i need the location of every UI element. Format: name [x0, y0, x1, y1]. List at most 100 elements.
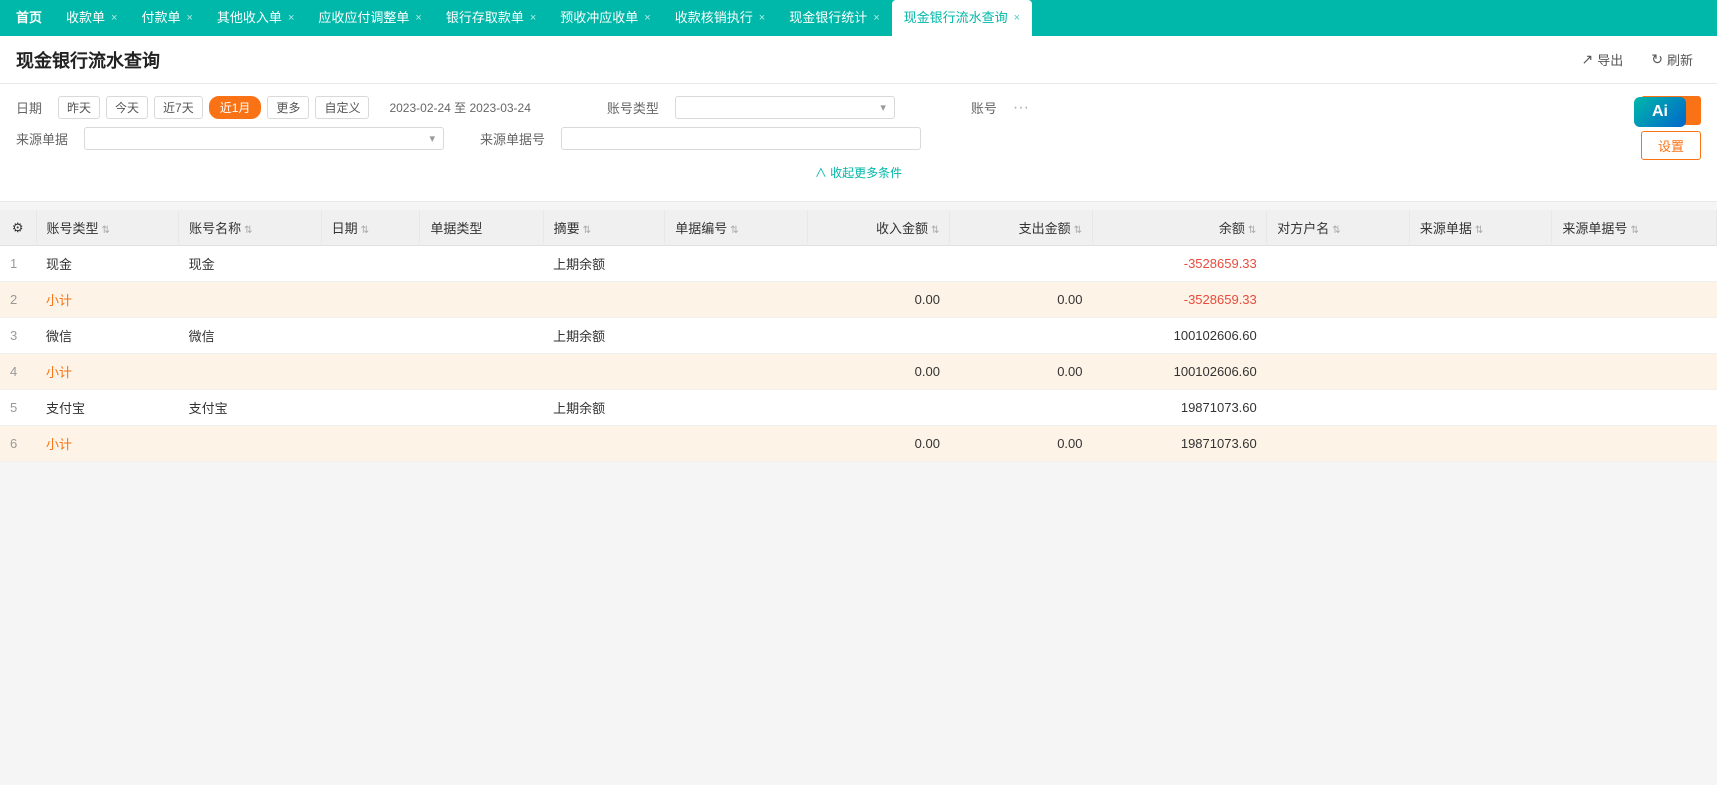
nav-bank-deposit[interactable]: 银行存取款单 × [434, 0, 548, 36]
row-num: 5 [0, 390, 36, 426]
row-date [321, 246, 420, 282]
col-settings[interactable]: ⚙ [0, 210, 36, 246]
row-counterparty [1267, 390, 1410, 426]
date-7days[interactable]: 近7天 [154, 96, 203, 119]
row-expense: 0.00 [950, 426, 1093, 462]
row-num: 3 [0, 318, 36, 354]
row-doc-number [665, 282, 808, 318]
row-balance: 19871073.60 [1093, 426, 1267, 462]
row-doc-number [665, 390, 808, 426]
source-doc-select[interactable]: ▾ [84, 127, 444, 150]
table-row: 3 微信 微信 上期余额 100102606.60 [0, 318, 1717, 354]
source-doc-num-input[interactable] [561, 127, 921, 150]
date-yesterday[interactable]: 昨天 [58, 96, 100, 119]
row-expense: 0.00 [950, 354, 1093, 390]
col-source-doc[interactable]: 来源单据⇅ [1409, 210, 1552, 246]
row-doc-type [420, 354, 543, 390]
col-doc-number[interactable]: 单据编号⇅ [665, 210, 808, 246]
date-custom[interactable]: 自定义 [315, 96, 369, 119]
row-date [321, 282, 420, 318]
close-bank-deposit-icon[interactable]: × [530, 0, 536, 36]
close-cash-stat-icon[interactable]: × [873, 0, 879, 36]
row-doc-number [665, 426, 808, 462]
col-counterparty[interactable]: 对方户名⇅ [1267, 210, 1410, 246]
table-row: 6 小计 0.00 0.00 19871073.60 [0, 426, 1717, 462]
account-more-icon[interactable]: ··· [1013, 99, 1029, 117]
ai-badge[interactable]: Ai [1634, 97, 1686, 127]
date-filter-buttons: 昨天 今天 近7天 近1月 更多 自定义 [58, 96, 369, 119]
close-payment-icon[interactable]: × [186, 0, 192, 36]
row-account-name [179, 282, 322, 318]
row-counterparty [1267, 426, 1410, 462]
row-source-doc [1409, 426, 1552, 462]
sort-summary-icon: ⇅ [583, 225, 591, 236]
table-settings-icon[interactable]: ⚙ [12, 220, 24, 235]
settings-button[interactable]: 设置 [1641, 131, 1701, 160]
date-more[interactable]: 更多 [267, 96, 309, 119]
sort-expense-icon: ⇅ [1074, 225, 1082, 236]
refresh-button[interactable]: ↻ 刷新 [1643, 46, 1701, 73]
col-balance[interactable]: 余额⇅ [1093, 210, 1267, 246]
col-doc-type[interactable]: 单据类型 [420, 210, 543, 246]
row-account-type: 小计 [36, 354, 179, 390]
col-expense[interactable]: 支出金额⇅ [950, 210, 1093, 246]
row-summary [543, 426, 665, 462]
filter-area: 日期 昨天 今天 近7天 近1月 更多 自定义 2023-02-24 至 202… [0, 84, 1717, 202]
row-doc-type [420, 246, 543, 282]
row-num: 1 [0, 246, 36, 282]
row-income [807, 390, 950, 426]
account-type-value [684, 100, 688, 115]
nav-cash-stat[interactable]: 现金银行统计 × [777, 0, 891, 36]
nav-cash-flow[interactable]: 现金银行流水查询 × [892, 0, 1032, 36]
row-income: 0.00 [807, 426, 950, 462]
row-doc-type [420, 390, 543, 426]
nav-prepay[interactable]: 预收冲应收单 × [548, 0, 662, 36]
nav-other-income[interactable]: 其他收入单 × [205, 0, 306, 36]
row-num: 6 [0, 426, 36, 462]
col-date[interactable]: 日期⇅ [321, 210, 420, 246]
row-source-doc-num [1552, 426, 1717, 462]
row-balance: -3528659.33 [1093, 282, 1267, 318]
col-summary[interactable]: 摘要⇅ [543, 210, 665, 246]
close-prepay-icon[interactable]: × [644, 0, 650, 36]
row-expense [950, 318, 1093, 354]
row-date [321, 426, 420, 462]
close-verify-icon[interactable]: × [759, 0, 765, 36]
nav-payment[interactable]: 付款单 × [129, 0, 204, 36]
collapse-bar[interactable]: ∧ 收起更多条件 [16, 160, 1701, 189]
sort-date-icon: ⇅ [361, 225, 369, 236]
col-account-type[interactable]: 账号类型⇅ [36, 210, 179, 246]
account-type-select[interactable]: ▾ [675, 96, 895, 119]
data-table-wrapper: ⚙ 账号类型⇅ 账号名称⇅ 日期⇅ 单据类型 摘要⇅ 单据编号⇅ [0, 210, 1717, 462]
row-income: 0.00 [807, 282, 950, 318]
close-adjustment-icon[interactable]: × [415, 0, 421, 36]
nav-adjustment[interactable]: 应收应付调整单 × [306, 0, 433, 36]
row-source-doc-num [1552, 354, 1717, 390]
nav-receipt[interactable]: 收款单 × [54, 0, 129, 36]
close-cash-flow-icon[interactable]: × [1014, 0, 1020, 36]
row-account-name: 支付宝 [179, 390, 322, 426]
top-nav: 首页 收款单 × 付款单 × 其他收入单 × 应收应付调整单 × 银行存取款单 … [0, 0, 1717, 36]
close-other-income-icon[interactable]: × [288, 0, 294, 36]
account-label: 账号 [971, 98, 997, 117]
sort-balance-icon: ⇅ [1248, 225, 1256, 236]
date-1month[interactable]: 近1月 [209, 96, 262, 119]
date-range-display: 2023-02-24 至 2023-03-24 [389, 99, 530, 116]
row-source-doc [1409, 246, 1552, 282]
date-today[interactable]: 今天 [106, 96, 148, 119]
row-account-name: 微信 [179, 318, 322, 354]
source-doc-value [93, 131, 97, 146]
row-counterparty [1267, 354, 1410, 390]
row-expense [950, 390, 1093, 426]
nav-verify[interactable]: 收款核销执行 × [663, 0, 777, 36]
export-button[interactable]: ↗ 导出 [1574, 46, 1632, 73]
col-account-name[interactable]: 账号名称⇅ [179, 210, 322, 246]
row-doc-number [665, 354, 808, 390]
collapse-label: 收起更多条件 [830, 166, 902, 180]
col-source-doc-num[interactable]: 来源单据号⇅ [1552, 210, 1717, 246]
sort-doc-number-icon: ⇅ [730, 225, 738, 236]
close-receipt-icon[interactable]: × [111, 0, 117, 36]
row-source-doc [1409, 318, 1552, 354]
nav-home[interactable]: 首页 [4, 0, 54, 36]
col-income[interactable]: 收入金额⇅ [807, 210, 950, 246]
